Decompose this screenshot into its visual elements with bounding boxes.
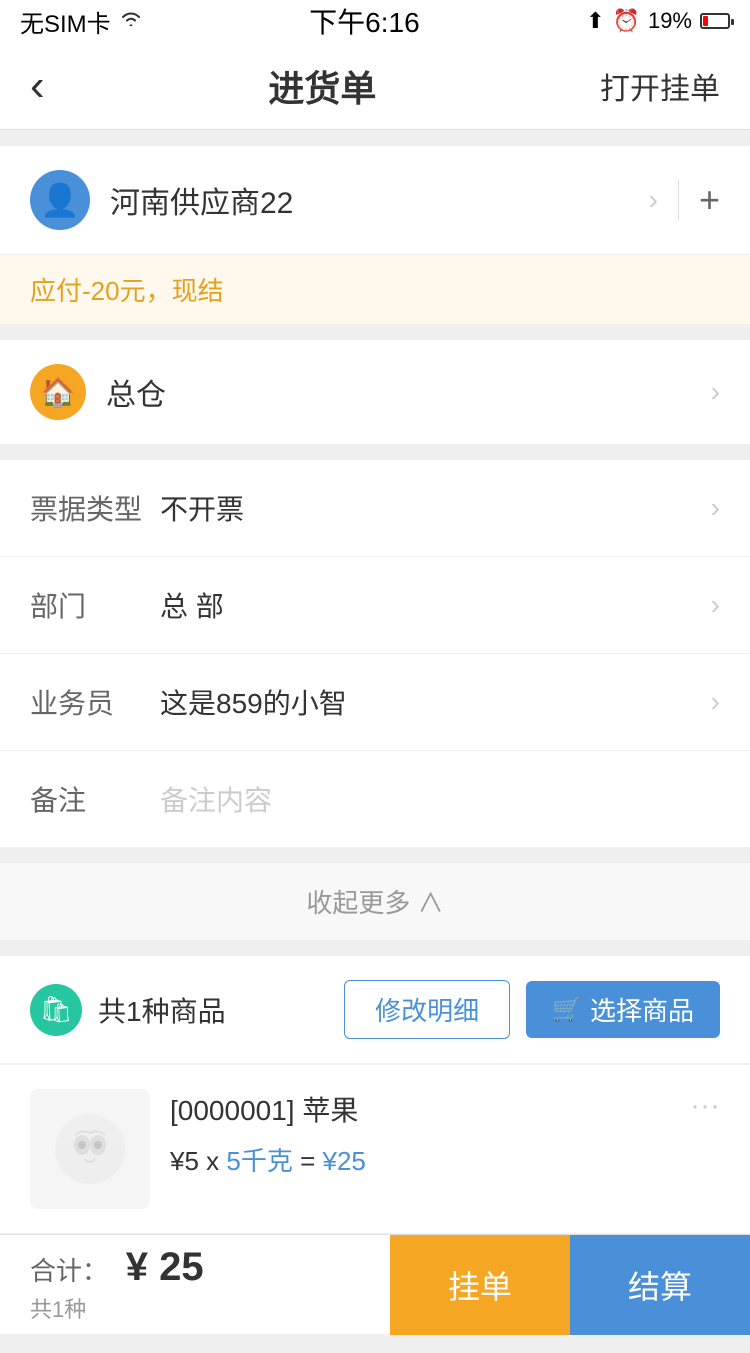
invoice-row[interactable]: 票据类型 不开票 › [0,460,750,557]
status-bar: 无SIM卡 下午6:16 ⬆ ⏰ 19% [0,0,750,42]
total-label: 合计： [30,1256,108,1286]
select-product-label: 选择商品 [590,991,694,1028]
select-product-button[interactable]: 🛒 选择商品 [526,981,720,1038]
qty-text: 5千克 [226,1146,292,1176]
battery-percent: 19% [648,8,692,34]
invoice-value: 不开票 [160,488,711,528]
products-count: 共1种商品 [98,990,344,1030]
total-text: ¥25 [322,1146,365,1176]
bag-icon: 🛍 [39,994,72,1025]
alarm-icon: ⏰ [613,8,640,34]
salesman-row[interactable]: 业务员 这是859的小智 › [0,654,750,751]
equals-text: = [293,1146,323,1176]
total-count: 共1种 [30,1292,360,1324]
chevron-right-icon: › [649,184,658,216]
status-right: ⬆ ⏰ 19% [586,8,730,34]
product-name: [0000001] 苹果 [170,1089,680,1129]
page-title: 进货单 [268,60,376,112]
back-button[interactable]: ‹ [30,61,45,111]
department-label: 部门 [30,585,160,625]
remark-row[interactable]: 备注 备注内容 [0,751,750,847]
location-icon: ⬆ [586,8,604,34]
nav-bar: ‹ 进货单 打开挂单 [0,42,750,130]
product-item: [0000001] 苹果 ¥5 x 5千克 = ¥25 ··· [0,1065,750,1233]
footer-total: 合计： ¥ 25 共1种 [0,1245,390,1324]
product-price: ¥5 x 5千克 = ¥25 [170,1141,680,1178]
warehouse-chevron-icon: › [711,376,720,408]
supplier-section: 👤 河南供应商22 › + 应付-20元，现结 [0,146,750,324]
invoice-label: 票据类型 [30,488,160,528]
salesman-chevron-icon: › [711,686,720,718]
add-supplier-button[interactable]: + [699,179,720,221]
edit-detail-button[interactable]: 修改明细 [344,980,510,1039]
vertical-divider [678,180,679,220]
checkout-button[interactable]: 结算 [570,1235,750,1335]
collapse-toggle-button[interactable]: 收起更多 ∧ [0,863,750,940]
products-icon-circle: 🛍 [30,984,82,1036]
supplier-avatar: 👤 [30,170,90,230]
battery-icon [700,13,730,29]
supplier-row[interactable]: 👤 河南供应商22 › + [0,146,750,255]
invoice-chevron-icon: › [711,492,720,524]
notice-bar: 应付-20元，现结 [0,255,750,324]
footer: 合计： ¥ 25 共1种 挂单 结算 [0,1234,750,1334]
total-amount: ¥ 25 [126,1245,204,1289]
remark-input[interactable]: 备注内容 [160,779,720,819]
notice-text: 应付-20元，现结 [30,276,224,306]
user-icon: 👤 [40,181,80,219]
department-row[interactable]: 部门 总 部 › [0,557,750,654]
department-chevron-icon: › [711,589,720,621]
price-text: ¥5 x [170,1146,226,1176]
form-section: 票据类型 不开票 › 部门 总 部 › 业务员 这是859的小智 › 备注 备注… [0,460,750,847]
warehouse-row[interactable]: 🏠 总仓 › [0,340,750,444]
supplier-name: 河南供应商22 [110,178,649,222]
wifi-icon [119,7,143,35]
product-info: [0000001] 苹果 ¥5 x 5千克 = ¥25 [170,1089,680,1178]
cart-icon: 🛒 [552,995,582,1024]
owl-logo-icon [50,1109,130,1189]
pending-button[interactable]: 挂单 [390,1235,570,1335]
house-icon: 🏠 [41,376,76,409]
salesman-label: 业务员 [30,682,160,722]
time-label: 下午6:16 [309,1,420,41]
salesman-value: 这是859的小智 [160,682,711,722]
status-left: 无SIM卡 [20,4,143,39]
more-options-button[interactable]: ··· [680,1089,720,1123]
open-pending-button[interactable]: 打开挂单 [600,64,720,108]
carrier-label: 无SIM卡 [20,4,111,39]
warehouse-name: 总仓 [106,370,711,414]
warehouse-icon-circle: 🏠 [30,364,86,420]
department-value: 总 部 [160,585,711,625]
remark-label: 备注 [30,779,160,819]
product-thumbnail [30,1089,150,1209]
products-header: 🛍 共1种商品 修改明细 🛒 选择商品 [0,956,750,1063]
